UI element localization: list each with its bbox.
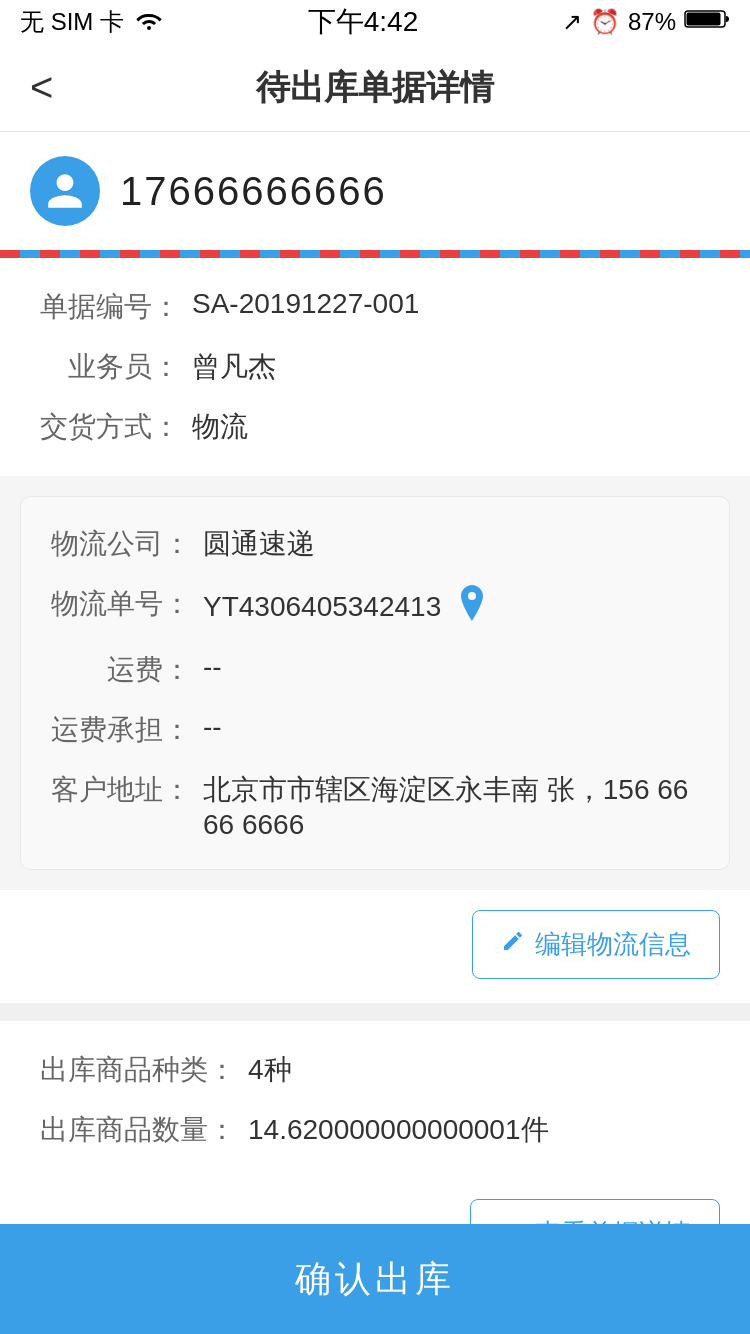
logistics-company-row: 物流公司： 圆通速递 xyxy=(51,525,699,563)
product-qty-label: 出库商品数量： xyxy=(40,1111,236,1149)
doc-number-label: 单据编号： xyxy=(40,288,180,326)
battery-icon xyxy=(684,8,730,36)
document-info-section: 单据编号： SA-20191227-001 业务员： 曾凡杰 交货方式： 物流 xyxy=(0,258,750,476)
location-pin-icon[interactable] xyxy=(457,585,487,629)
section-divider xyxy=(0,1003,750,1021)
address-value: 北京市市辖区海淀区永丰南 张，156 6666 6666 xyxy=(203,771,699,841)
status-bar: 无 SIM 卡 下午4:42 ↗ ⏰ 87% xyxy=(0,0,750,44)
status-time: 下午4:42 xyxy=(308,3,419,41)
wifi-icon xyxy=(134,8,164,36)
freight-bearer-label: 运费承担： xyxy=(51,711,191,749)
freight-bearer-row: 运费承担： -- xyxy=(51,711,699,749)
back-button[interactable]: < xyxy=(30,65,53,110)
delivery-row: 交货方式： 物流 xyxy=(40,408,710,446)
freight-bearer-value: -- xyxy=(203,711,699,743)
svg-rect-1 xyxy=(687,13,721,26)
address-row: 客户地址： 北京市市辖区海淀区永丰南 张，156 6666 6666 xyxy=(51,771,699,841)
tracking-label: 物流单号： xyxy=(51,585,191,623)
delivery-value: 物流 xyxy=(192,408,710,446)
edit-logistics-button[interactable]: 编辑物流信息 xyxy=(472,910,720,979)
person-icon xyxy=(44,170,86,212)
page-title: 待出库单据详情 xyxy=(256,65,494,111)
logistics-company-label: 物流公司： xyxy=(51,525,191,563)
product-type-value: 4种 xyxy=(248,1051,710,1089)
product-section: 出库商品种类： 4种 出库商品数量： 14.620000000000001件 xyxy=(0,1021,750,1179)
doc-number-row: 单据编号： SA-20191227-001 xyxy=(40,288,710,326)
tracking-value-wrap: YT4306405342413 xyxy=(203,585,699,629)
battery-percent: 87% xyxy=(628,8,676,36)
logistics-card: 物流公司： 圆通速递 物流单号： YT4306405342413 运费： -- … xyxy=(20,496,730,870)
product-type-row: 出库商品种类： 4种 xyxy=(40,1051,710,1089)
status-left: 无 SIM 卡 xyxy=(20,6,164,38)
sim-status: 无 SIM 卡 xyxy=(20,6,124,38)
status-right: ↗ ⏰ 87% xyxy=(562,8,730,36)
confirm-button-text: 确认出库 xyxy=(295,1255,455,1304)
product-qty-row: 出库商品数量： 14.620000000000001件 xyxy=(40,1111,710,1149)
nav-bar: < 待出库单据详情 xyxy=(0,44,750,132)
location-status-icon: ↗ xyxy=(562,8,582,36)
freight-label: 运费： xyxy=(51,651,191,689)
delivery-label: 交货方式： xyxy=(40,408,180,446)
freight-value: -- xyxy=(203,651,699,683)
alarm-icon: ⏰ xyxy=(590,8,620,36)
dashed-separator xyxy=(0,250,750,258)
avatar xyxy=(30,156,100,226)
doc-number-value: SA-20191227-001 xyxy=(192,288,710,320)
product-type-label: 出库商品种类： xyxy=(40,1051,236,1089)
address-label: 客户地址： xyxy=(51,771,191,809)
freight-row: 运费： -- xyxy=(51,651,699,689)
edit-logistics-section: 编辑物流信息 xyxy=(0,890,750,1003)
user-phone: 17666666666 xyxy=(120,169,387,214)
staff-label: 业务员： xyxy=(40,348,180,386)
tracking-row: 物流单号： YT4306405342413 xyxy=(51,585,699,629)
confirm-button-bar[interactable]: 确认出库 xyxy=(0,1224,750,1334)
logistics-company-value: 圆通速递 xyxy=(203,525,699,563)
staff-value: 曾凡杰 xyxy=(192,348,710,386)
user-header: 17666666666 xyxy=(0,132,750,250)
edit-icon xyxy=(501,929,525,960)
edit-logistics-label: 编辑物流信息 xyxy=(535,927,691,962)
product-qty-value: 14.620000000000001件 xyxy=(248,1111,710,1149)
tracking-number: YT4306405342413 xyxy=(203,591,441,623)
staff-row: 业务员： 曾凡杰 xyxy=(40,348,710,386)
